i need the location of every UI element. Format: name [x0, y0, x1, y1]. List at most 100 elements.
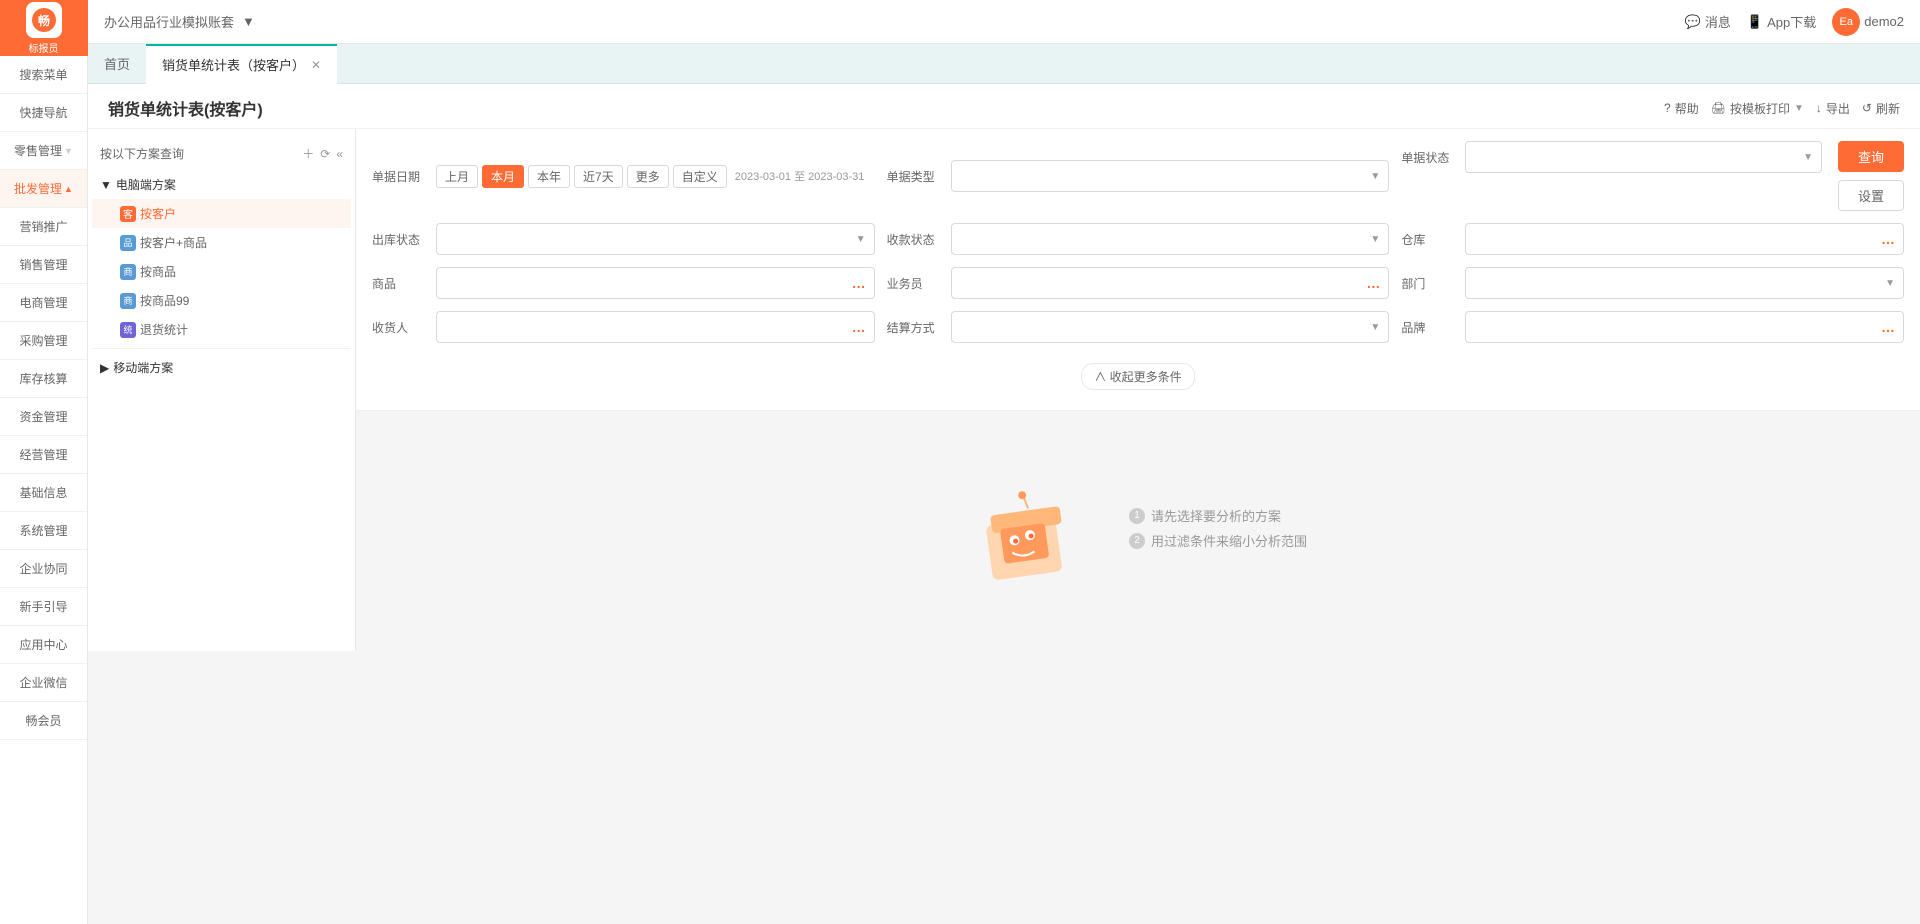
- tab-close-icon[interactable]: ✕: [311, 58, 321, 72]
- by-customer-icon: 客: [120, 206, 136, 222]
- tree-item-by-customer-goods[interactable]: 品 按客户+商品: [92, 228, 351, 257]
- tab-sales-stat[interactable]: 销货单统计表（按客户） ✕: [146, 44, 337, 84]
- add-scheme-icon[interactable]: ＋: [302, 145, 314, 162]
- date-btn-last-month[interactable]: 上月: [436, 165, 478, 188]
- filter-settlement-item: 结算方式 ▼: [887, 311, 1390, 343]
- filter-brand-item: 品牌 …: [1401, 311, 1904, 343]
- collapse-btn[interactable]: ∧ 收起更多条件: [1081, 363, 1194, 390]
- message-btn[interactable]: 💬 消息: [1685, 12, 1731, 31]
- brand-ellipsis: …: [1881, 319, 1895, 335]
- by-goods-label: 按商品: [140, 263, 176, 280]
- date-btn-last-7days[interactable]: 近7天: [574, 165, 623, 188]
- sidebar-logo: 畅 标报员: [0, 0, 88, 56]
- sidebar-item-sales[interactable]: 销售管理: [0, 246, 87, 284]
- warehouse-input[interactable]: …: [1465, 223, 1904, 255]
- staff-label: 业务员: [887, 275, 943, 292]
- out-status-dropdown-icon: ▼: [856, 234, 866, 245]
- sidebar-item-newbie[interactable]: 新手引导: [0, 588, 87, 626]
- date-btn-this-year[interactable]: 本年: [528, 165, 570, 188]
- refresh-scheme-icon[interactable]: ⟳: [320, 147, 330, 161]
- tree-group-mobile-header[interactable]: ▶ 移动端方案: [92, 353, 351, 382]
- sidebar-item-enterprise[interactable]: 企业协同: [0, 550, 87, 588]
- refresh-btn[interactable]: ↺ 刷新: [1862, 100, 1900, 117]
- user-name: demo2: [1864, 14, 1904, 29]
- empty-state-inner: 1 请先选择要分析的方案 2 用过滤条件来缩小分析范围: [969, 471, 1307, 591]
- print-btn[interactable]: 🖨 按模板打印 ▼: [1711, 100, 1804, 117]
- payment-status-label: 收款状态: [887, 231, 943, 248]
- sidebar-item-operation[interactable]: 经营管理: [0, 436, 87, 474]
- divider: [92, 348, 351, 349]
- sidebar-item-wechat[interactable]: 企业微信: [0, 664, 87, 702]
- page-body: 按以下方案查询 ＋ ⟳ « ▼ 电脑端方案: [88, 129, 1920, 651]
- print-label: 按模板打印: [1730, 100, 1790, 117]
- sidebar-item-finance[interactable]: 资金管理: [0, 398, 87, 436]
- tab-home[interactable]: 首页: [88, 44, 146, 84]
- settings-btn[interactable]: 设置: [1838, 180, 1904, 211]
- filter-status-item: 单据状态 ▼: [1401, 141, 1822, 173]
- status-input[interactable]: ▼: [1465, 141, 1822, 173]
- staff-input[interactable]: …: [951, 267, 1390, 299]
- app-name: 办公用品行业模拟账套: [104, 12, 234, 31]
- out-status-input[interactable]: ▼: [436, 223, 875, 255]
- warehouse-ellipsis: …: [1881, 231, 1895, 247]
- dept-input[interactable]: ▼: [1465, 267, 1904, 299]
- empty-text: 1 请先选择要分析的方案 2 用过滤条件来缩小分析范围: [1129, 506, 1307, 556]
- settlement-input[interactable]: ▼: [951, 311, 1390, 343]
- sidebar-item-app[interactable]: 应用中心: [0, 626, 87, 664]
- by-customer-goods-label: 按客户+商品: [140, 234, 207, 251]
- sidebar-item-search[interactable]: 搜索菜单: [0, 56, 87, 94]
- empty-hint-1: 1 请先选择要分析的方案: [1129, 506, 1307, 525]
- tree-group-desktop-header[interactable]: ▼ 电脑端方案: [92, 170, 351, 199]
- print-icon: 🖨: [1711, 101, 1726, 115]
- user-profile-btn[interactable]: Ea demo2: [1832, 8, 1904, 36]
- tree-item-by-customer[interactable]: 客 按客户: [92, 199, 351, 228]
- filter-payment-status-item: 收款状态 ▼: [887, 223, 1390, 255]
- sales-stat-tab-label: 销货单统计表（按客户）: [162, 55, 305, 74]
- date-btn-this-month[interactable]: 本月: [482, 165, 524, 188]
- help-btn[interactable]: ? 帮助: [1664, 100, 1699, 117]
- tree-item-return-stat[interactable]: 统 退货统计: [92, 315, 351, 344]
- brand-input[interactable]: …: [1465, 311, 1904, 343]
- sidebar: 畅 标报员 搜索菜单 快捷导航 零售管理 ▼ 批发管理 ▲ 营销推广 销售管理 …: [0, 0, 88, 924]
- empty-state: 1 请先选择要分析的方案 2 用过滤条件来缩小分析范围: [356, 411, 1920, 651]
- date-range: 2023-03-01 至 2023-03-31: [735, 168, 865, 184]
- sidebar-item-wholesale[interactable]: 批发管理 ▲: [0, 170, 87, 208]
- desktop-group-arrow: ▼: [100, 178, 112, 192]
- staff-ellipsis: …: [1366, 275, 1380, 291]
- side-panel: 按以下方案查询 ＋ ⟳ « ▼ 电脑端方案: [88, 129, 356, 651]
- date-btn-more[interactable]: 更多: [627, 165, 669, 188]
- type-input[interactable]: ▼: [951, 160, 1390, 192]
- collapse-panel-icon[interactable]: «: [336, 147, 343, 161]
- goods-input[interactable]: …: [436, 267, 875, 299]
- page-actions: ? 帮助 🖨 按模板打印 ▼ ↓ 导出 ↺ 刷新: [1664, 100, 1900, 117]
- export-btn[interactable]: ↓ 导出: [1816, 100, 1850, 117]
- date-btn-custom[interactable]: 自定义: [673, 165, 727, 188]
- sidebar-item-member[interactable]: 畅会员: [0, 702, 87, 740]
- receiver-input[interactable]: …: [436, 311, 875, 343]
- sidebar-item-basic[interactable]: 基础信息: [0, 474, 87, 512]
- tree-item-by-goods-99[interactable]: 商 按商品99: [92, 286, 351, 315]
- empty-svg: [969, 471, 1089, 591]
- filter-receiver-item: 收货人 …: [372, 311, 875, 343]
- filter-status-query: 单据状态 ▼ 查询 设置: [1401, 141, 1904, 211]
- sidebar-item-system[interactable]: 系统管理: [0, 512, 87, 550]
- message-label: 消息: [1705, 12, 1731, 31]
- query-btn[interactable]: 查询: [1838, 141, 1904, 172]
- dropdown-icon[interactable]: ▼: [242, 14, 255, 29]
- sidebar-item-retail[interactable]: 零售管理 ▼: [0, 132, 87, 170]
- page-header: 销货单统计表(按客户) ? 帮助 🖨 按模板打印 ▼ ↓ 导出 ↺ 刷新: [88, 84, 1920, 129]
- tree-item-by-goods[interactable]: 商 按商品: [92, 257, 351, 286]
- type-dropdown-icon: ▼: [1370, 171, 1380, 182]
- payment-status-input[interactable]: ▼: [951, 223, 1390, 255]
- sidebar-item-ecommerce[interactable]: 电商管理: [0, 284, 87, 322]
- sidebar-item-purchase[interactable]: 采购管理: [0, 322, 87, 360]
- sidebar-item-marketing[interactable]: 营销推广: [0, 208, 87, 246]
- topbar: 办公用品行业模拟账套 ▼ 💬 消息 📱 App下载 Ea demo2: [88, 0, 1920, 44]
- sidebar-item-quick[interactable]: 快捷导航: [0, 94, 87, 132]
- by-customer-label: 按客户: [140, 205, 176, 222]
- help-label: 帮助: [1675, 100, 1699, 117]
- app-download-btn[interactable]: 📱 App下载: [1747, 12, 1816, 31]
- goods-ellipsis: …: [852, 275, 866, 291]
- sidebar-item-inventory[interactable]: 库存核算: [0, 360, 87, 398]
- print-dropdown-icon: ▼: [1794, 103, 1804, 114]
